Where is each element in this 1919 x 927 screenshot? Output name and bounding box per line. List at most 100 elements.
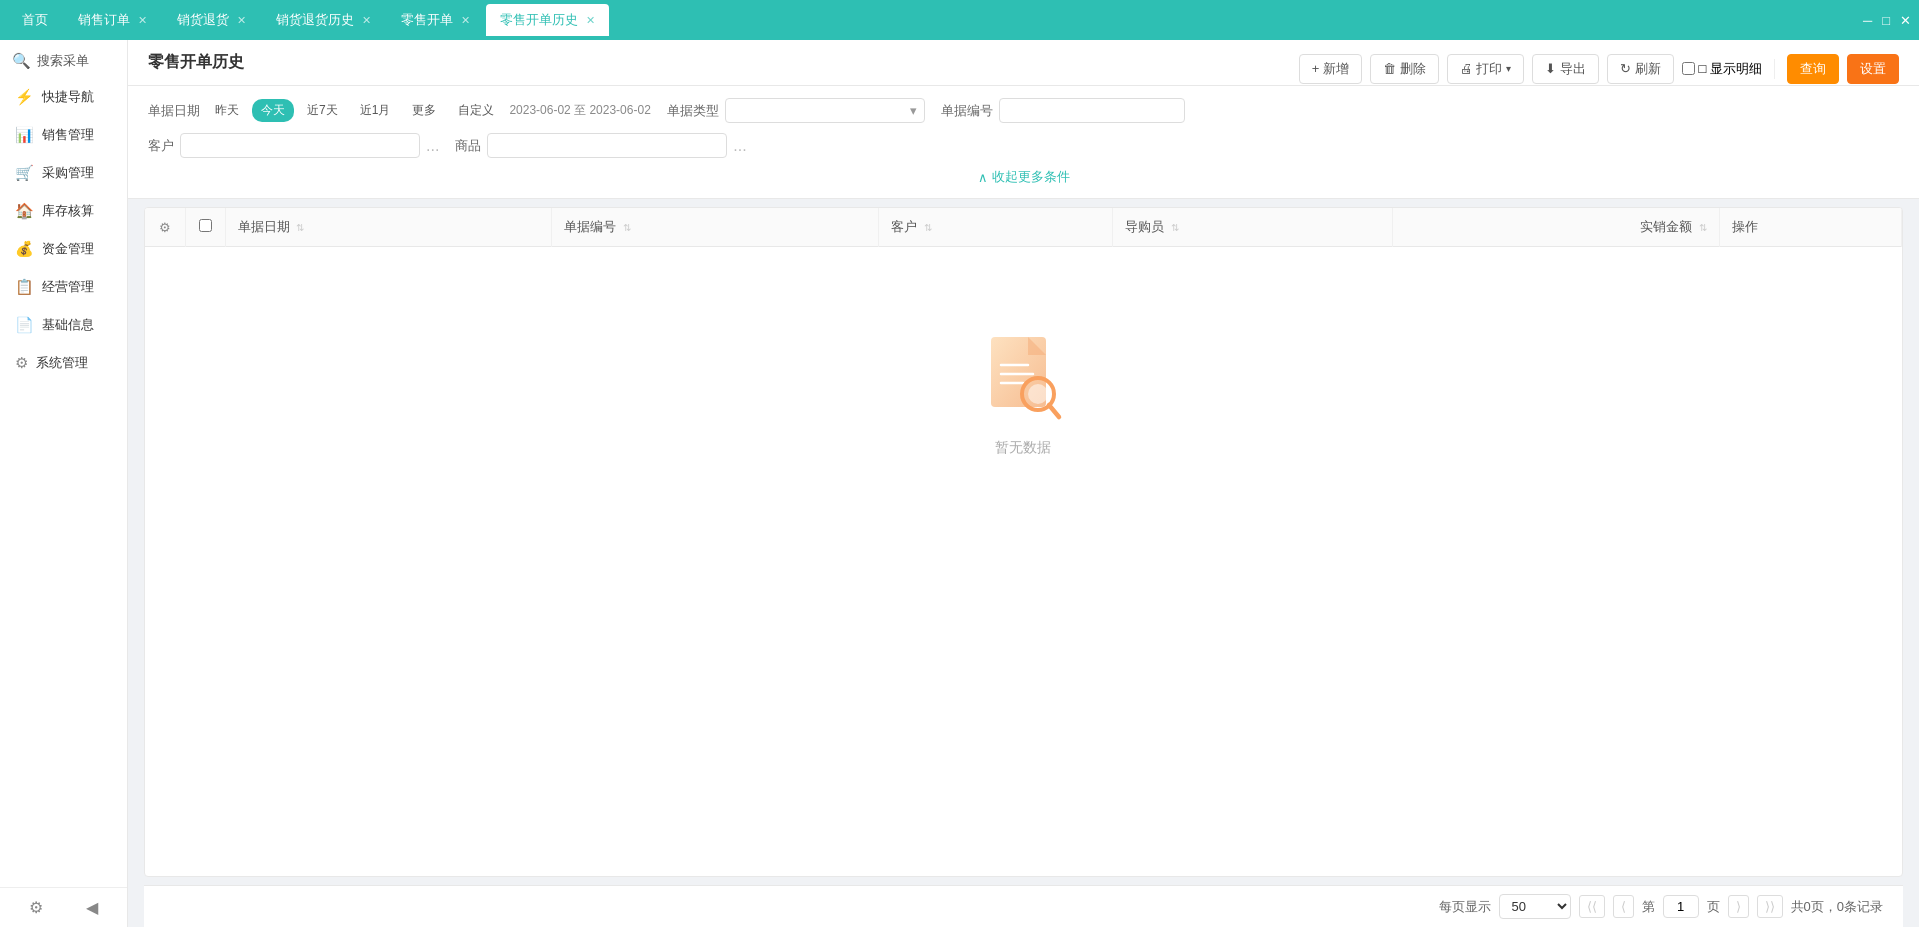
table-wrapper: ⚙ 单据日期 ⇅ 单据编号 ⇅ 客户 [144, 207, 1903, 877]
top-nav: 首页 销售订单 ✕ 销货退货 ✕ 销货退货历史 ✕ 零售开单 ✕ 零售开单历史 … [0, 0, 1919, 40]
doc-type-select-wrapper: ▾ [725, 98, 925, 123]
sort-guide-icon[interactable]: ⇅ [1171, 222, 1179, 233]
product-input[interactable] [487, 133, 727, 158]
toolbar-separator [1774, 59, 1775, 79]
filter-doc-no: 单据编号 [941, 98, 1185, 123]
display-detail-toggle[interactable]: □ 显示明细 [1682, 60, 1762, 78]
date-range-display: 2023-06-02 至 2023-06-02 [509, 102, 650, 119]
date-more[interactable]: 更多 [403, 99, 445, 122]
sort-doc-no-icon[interactable]: ⇅ [623, 222, 631, 233]
pagination-info: 共0页，0条记录 [1791, 898, 1883, 916]
minimize-icon[interactable]: ─ [1863, 13, 1872, 28]
tab-home[interactable]: 首页 [8, 4, 62, 36]
sidebar-item-inventory[interactable]: 🏠 库存核算 [0, 192, 127, 230]
sidebar-bottom: ⚙ ◀ [0, 887, 127, 927]
data-table: ⚙ 单据日期 ⇅ 单据编号 ⇅ 客户 [145, 208, 1902, 537]
close-tab-retail-open[interactable]: ✕ [461, 14, 470, 27]
finance-icon: 💰 [15, 240, 34, 258]
first-page-button[interactable]: ⟨⟨ [1579, 895, 1605, 918]
col-checkbox [185, 208, 225, 247]
close-tab-sales-return-history[interactable]: ✕ [362, 14, 371, 27]
per-page-select[interactable]: 50 20 100 200 [1499, 894, 1571, 919]
col-amount: 实销金额 ⇅ [1393, 208, 1720, 247]
date-yesterday[interactable]: 昨天 [206, 99, 248, 122]
svg-line-6 [1049, 405, 1059, 417]
prev-page-button[interactable]: ⟨ [1613, 895, 1634, 918]
empty-state: 暂无数据 [145, 247, 1902, 537]
export-button[interactable]: ⬇ 导出 [1532, 54, 1599, 84]
doc-type-select[interactable] [725, 98, 925, 123]
main-layout: 🔍 搜索采单 ⚡ 快捷导航 📊 销售管理 🛒 采购管理 🏠 库存核算 💰 资金管… [0, 40, 1919, 927]
filter-row-2: 客户 ... 商品 ... [148, 133, 1899, 158]
sidebar-item-basic-info[interactable]: 📄 基础信息 [0, 306, 127, 344]
settings-button[interactable]: 设置 [1847, 54, 1899, 84]
sidebar-settings-icon[interactable]: ⚙ [29, 898, 43, 917]
col-guide: 导购员 ⇅ [1112, 208, 1392, 247]
filter-product: 商品 ... [455, 133, 746, 158]
search-icon: 🔍 [12, 52, 31, 70]
delete-button[interactable]: 🗑 删除 [1370, 54, 1439, 84]
print-chevron-icon: ▾ [1506, 63, 1511, 74]
next-page-button[interactable]: ⟩ [1728, 895, 1749, 918]
customer-more-icon[interactable]: ... [426, 137, 439, 155]
date-last-month[interactable]: 近1月 [351, 99, 400, 122]
quick-nav-icon: ⚡ [15, 88, 34, 106]
col-settings[interactable]: ⚙ [145, 208, 185, 247]
date-custom[interactable]: 自定义 [449, 99, 503, 122]
sort-date-icon[interactable]: ⇅ [296, 222, 304, 233]
print-button[interactable]: 🖨 打印 ▾ [1447, 54, 1525, 84]
sidebar-collapse-icon[interactable]: ◀ [86, 898, 98, 917]
refresh-button[interactable]: ↻ 刷新 [1607, 54, 1674, 84]
empty-text: 暂无数据 [995, 439, 1051, 457]
page-header: 零售开单历史 + 新增 🗑 删除 🖨 打印 ▾ ⬇ 导出 [128, 40, 1919, 86]
filter-customer: 客户 ... [148, 133, 439, 158]
select-all-checkbox[interactable] [199, 219, 212, 232]
collapse-chevron-icon: ∧ [978, 170, 988, 185]
display-detail-checkbox[interactable] [1682, 62, 1695, 75]
col-action: 操作 [1720, 208, 1902, 247]
sidebar-item-purchase-mgmt[interactable]: 🛒 采购管理 [0, 154, 127, 192]
window-controls: ─ □ ✕ [1863, 13, 1911, 28]
collapse-filter-bar[interactable]: ∧ 收起更多条件 [148, 168, 1899, 186]
sort-amount-icon[interactable]: ⇅ [1699, 222, 1707, 233]
date-last7[interactable]: 近7天 [298, 99, 347, 122]
last-page-button[interactable]: ⟩⟩ [1757, 895, 1783, 918]
sidebar-search[interactable]: 🔍 搜索采单 [0, 44, 127, 78]
system-icon: ⚙ [15, 354, 28, 372]
close-icon[interactable]: ✕ [1900, 13, 1911, 28]
sort-customer-icon[interactable]: ⇅ [924, 222, 932, 233]
page-title: 零售开单历史 [148, 52, 244, 73]
sidebar-item-quick-nav[interactable]: ⚡ 快捷导航 [0, 78, 127, 116]
date-today[interactable]: 今天 [252, 99, 294, 122]
sidebar-item-sales-mgmt[interactable]: 📊 销售管理 [0, 116, 127, 154]
toolbar: + 新增 🗑 删除 🖨 打印 ▾ ⬇ 导出 ↻ 刷新 [1299, 54, 1899, 84]
doc-no-input[interactable] [999, 98, 1185, 123]
sidebar-item-finance[interactable]: 💰 资金管理 [0, 230, 127, 268]
sidebar: 🔍 搜索采单 ⚡ 快捷导航 📊 销售管理 🛒 采购管理 🏠 库存核算 💰 资金管… [0, 40, 128, 927]
page-input[interactable] [1663, 895, 1699, 918]
tab-sales-order[interactable]: 销售订单 ✕ [64, 4, 161, 36]
inventory-icon: 🏠 [15, 202, 34, 220]
tab-sales-return-history[interactable]: 销货退货历史 ✕ [262, 4, 385, 36]
col-doc-no: 单据编号 ⇅ [552, 208, 879, 247]
close-tab-sales-order[interactable]: ✕ [138, 14, 147, 27]
sidebar-item-system-mgmt[interactable]: ⚙ 系统管理 [0, 344, 127, 382]
close-tab-sales-return[interactable]: ✕ [237, 14, 246, 27]
close-tab-retail-open-history[interactable]: ✕ [586, 14, 595, 27]
tab-retail-open[interactable]: 零售开单 ✕ [387, 4, 484, 36]
col-date: 单据日期 ⇅ [225, 208, 552, 247]
customer-input[interactable] [180, 133, 420, 158]
filter-date: 单据日期 昨天 今天 近7天 近1月 更多 自定义 2023-06-02 至 2… [148, 99, 651, 122]
ops-icon: 📋 [15, 278, 34, 296]
empty-icon [973, 327, 1073, 427]
add-button[interactable]: + 新增 [1299, 54, 1362, 84]
tab-sales-return[interactable]: 销货退货 ✕ [163, 4, 260, 36]
svg-point-5 [1028, 384, 1048, 404]
maximize-icon[interactable]: □ [1882, 13, 1890, 28]
content-area: 零售开单历史 + 新增 🗑 删除 🖨 打印 ▾ ⬇ 导出 [128, 40, 1919, 927]
query-button[interactable]: 查询 [1787, 54, 1839, 84]
pagination-bar: 每页显示 50 20 100 200 ⟨⟨ ⟨ 第 页 ⟩ ⟩⟩ 共0页，0条记… [144, 885, 1903, 927]
product-more-icon[interactable]: ... [733, 137, 746, 155]
sidebar-item-ops-mgmt[interactable]: 📋 经营管理 [0, 268, 127, 306]
tab-retail-open-history[interactable]: 零售开单历史 ✕ [486, 4, 609, 36]
